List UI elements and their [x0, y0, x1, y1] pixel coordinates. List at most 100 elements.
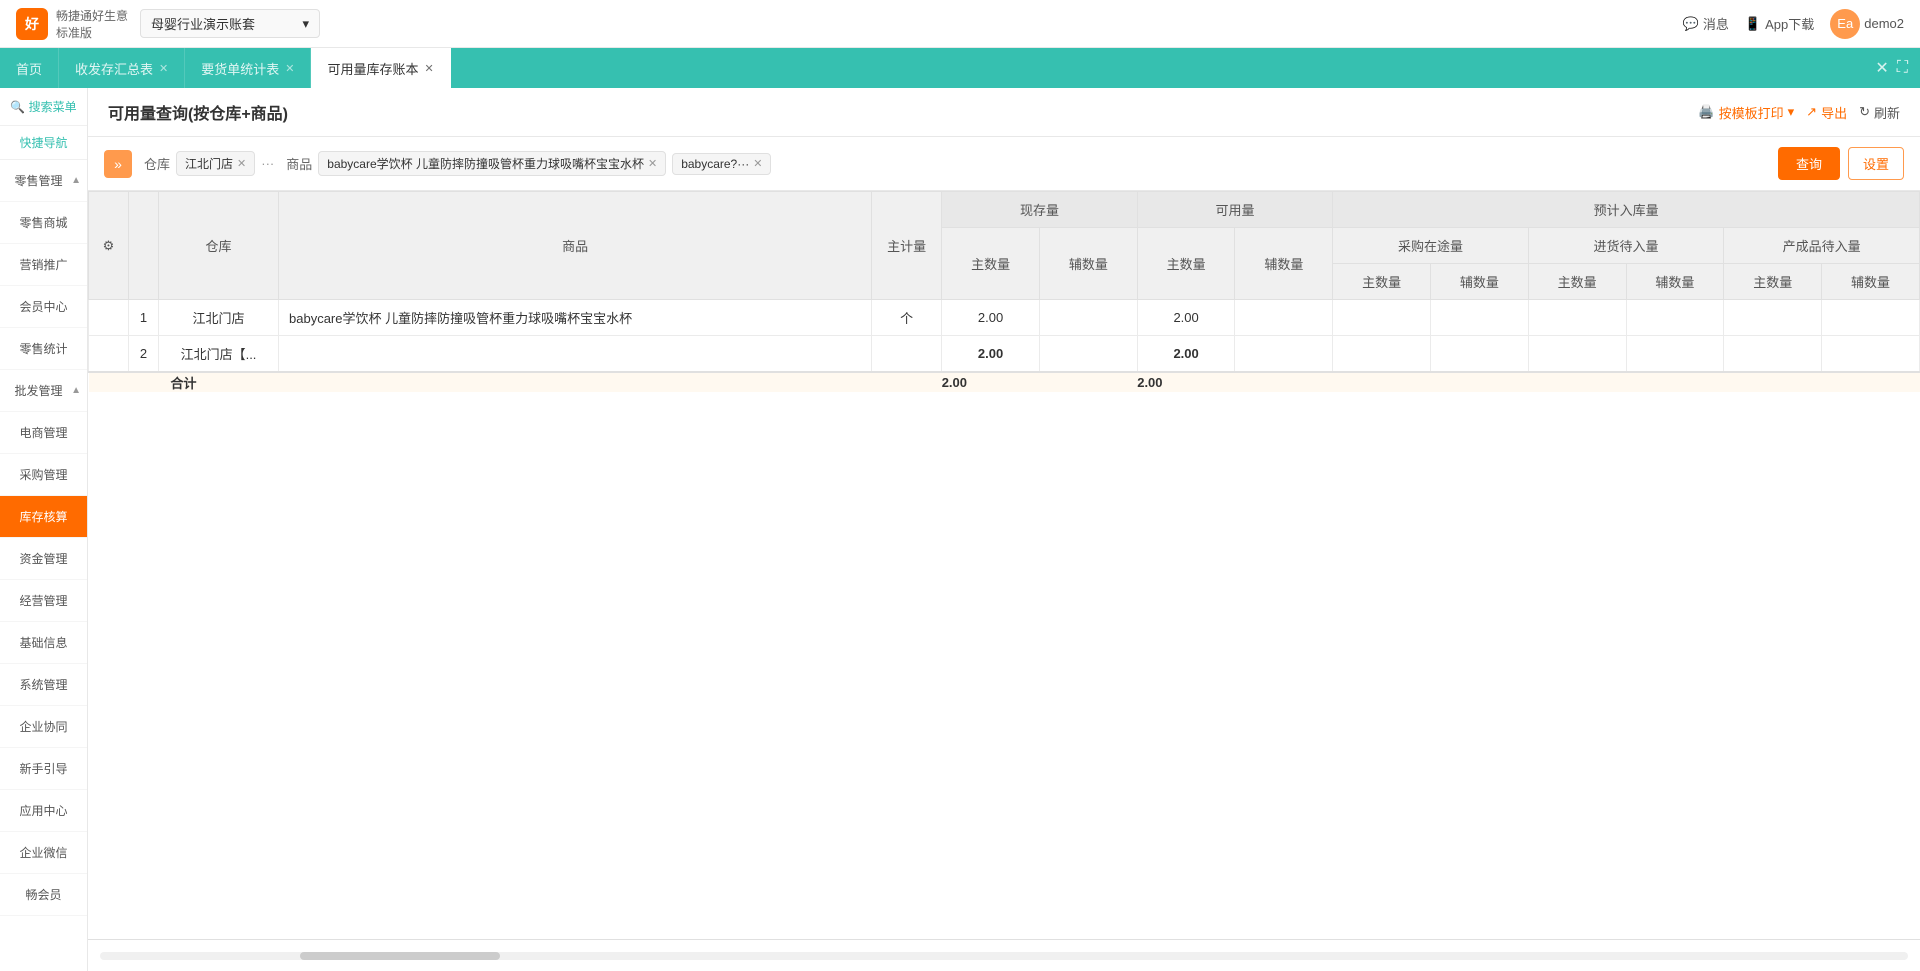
sidebar-item-enterprise-wechat[interactable]: 企业微信 — [0, 832, 87, 874]
chevron-icon-2: ▲ — [71, 385, 81, 396]
chevron-icon: ▲ — [71, 175, 81, 186]
sidebar-item-inventory[interactable]: 库存核算 — [0, 496, 87, 538]
total-current-aux — [1039, 372, 1137, 392]
th-avail-aux: 辅数量 — [1235, 228, 1333, 300]
th-product-pending: 产成品待入量 — [1724, 228, 1920, 264]
cell-warehouse-2: 江北门店【... — [159, 336, 279, 373]
logo-title: 畅捷通好生意 — [56, 7, 128, 24]
warehouse-tag-remove[interactable]: ✕ — [237, 157, 246, 170]
product-tag-1-text: babycare学饮杯 儿童防摔防撞吸管杯重力球吸嘴杯宝宝水杯 — [327, 155, 644, 172]
product-tag-1[interactable]: babycare学饮杯 儿童防摔防撞吸管杯重力球吸嘴杯宝宝水杯 ✕ — [318, 151, 666, 176]
sidebar-item-member[interactable]: 会员中心 — [0, 286, 87, 328]
sidebar-item-retail-mall[interactable]: 零售商城 — [0, 202, 87, 244]
export-btn[interactable]: ↗ 导出 — [1806, 103, 1847, 122]
sidebar-item-retail-mgmt-label: 零售管理 — [6, 172, 71, 189]
th-available: 可用量 — [1137, 192, 1333, 228]
sidebar-search-label: 搜索菜单 — [29, 100, 77, 114]
th-seq — [129, 192, 159, 300]
sidebar-item-operations-label: 经营管理 — [6, 592, 81, 609]
sidebar-item-operations[interactable]: 经营管理 — [0, 580, 87, 622]
cell-purchase-main-1 — [1333, 300, 1431, 336]
app-download-action[interactable]: 📱 App下载 — [1745, 14, 1814, 33]
filter-area: » 仓库 江北门店 ✕ ··· 商品 babycare学饮杯 儿童防摔防撞吸管杯… — [88, 137, 1920, 191]
tab-available-stock[interactable]: 可用量库存账本 ✕ — [311, 48, 450, 88]
logo-area: 好 畅捷通好生意 标准版 — [16, 7, 128, 41]
sidebar-item-new-guide[interactable]: 新手引导 — [0, 748, 87, 790]
sidebar-item-purchase-label: 采购管理 — [6, 466, 81, 483]
user-profile[interactable]: Ea demo2 — [1830, 9, 1904, 39]
cell-avail-aux-1 — [1235, 300, 1333, 336]
sidebar-item-retail-stats[interactable]: 零售统计 — [0, 328, 87, 370]
product-tag-2[interactable]: babycare?··· ✕ — [672, 153, 771, 175]
tab-home[interactable]: 首页 — [0, 48, 59, 88]
total-cell-seq — [129, 372, 159, 392]
top-header: 好 畅捷通好生意 标准版 母婴行业演示账套 ▾ 💬 消息 📱 App下载 Ea … — [0, 0, 1920, 48]
warehouse-tag[interactable]: 江北门店 ✕ — [176, 151, 255, 176]
close-window-icon[interactable]: ✕ — [1875, 58, 1888, 78]
sidebar-quicknav[interactable]: 快捷导航 — [0, 126, 87, 160]
sidebar-item-wholesale[interactable]: 批发管理 ▲ — [0, 370, 87, 412]
industry-selector[interactable]: 母婴行业演示账套 ▾ — [140, 9, 320, 38]
sidebar-search[interactable]: 🔍 搜索菜单 — [0, 88, 87, 126]
sidebar-item-marketing[interactable]: 营销推广 — [0, 244, 87, 286]
search-icon: 🔍 — [10, 100, 25, 114]
th-settings[interactable]: ⚙ — [89, 192, 129, 300]
table-row: 1 江北门店 babycare学饮杯 儿童防摔防撞吸管杯重力球吸嘴杯宝宝水杯 个… — [89, 300, 1920, 336]
header-left: 好 畅捷通好生意 标准版 母婴行业演示账套 ▾ — [16, 7, 320, 41]
page-title: 可用量查询(按仓库+商品) — [108, 100, 288, 124]
sidebar-item-app-center[interactable]: 应用中心 — [0, 790, 87, 832]
horizontal-scrollbar[interactable] — [100, 952, 1908, 960]
product-tag-1-remove[interactable]: ✕ — [648, 157, 657, 170]
th-avail-main: 主数量 — [1137, 228, 1235, 300]
warehouse-tag-text: 江北门店 — [185, 155, 233, 172]
nav-tabs: 首页 收发存汇总表 ✕ 要货单统计表 ✕ 可用量库存账本 ✕ ✕ ⛶ — [0, 48, 1920, 88]
tab-order-stats-close[interactable]: ✕ — [285, 62, 294, 75]
sidebar-item-basic-info[interactable]: 基础信息 — [0, 622, 87, 664]
chevron-print-icon: ▾ — [1788, 104, 1795, 120]
warehouse-more[interactable]: ··· — [261, 156, 274, 171]
app-download-icon: 📱 — [1745, 16, 1761, 32]
th-product: 商品 — [279, 192, 872, 300]
sidebar-item-inventory-label: 库存核算 — [6, 508, 81, 525]
tab-available-stock-close[interactable]: ✕ — [425, 62, 434, 75]
cell-seq-2: 2 — [129, 336, 159, 373]
sidebar-item-enterprise[interactable]: 企业协同 — [0, 706, 87, 748]
print-template-btn[interactable]: 🖨️ 按模板打印 ▾ — [1698, 103, 1794, 122]
sidebar-item-system[interactable]: 系统管理 — [0, 664, 87, 706]
header-right: 💬 消息 📱 App下载 Ea demo2 — [1683, 9, 1904, 39]
cell-current-aux-2 — [1039, 336, 1137, 373]
message-action[interactable]: 💬 消息 — [1683, 14, 1729, 33]
cell-current-main-2: 2.00 — [942, 336, 1040, 373]
settings-button[interactable]: 设置 — [1848, 147, 1904, 180]
tab-order-stats[interactable]: 要货单统计表 ✕ — [185, 48, 311, 88]
cell-pending-aux-2 — [1626, 336, 1724, 373]
sidebar-item-wholesale-label: 批发管理 — [6, 382, 71, 399]
sidebar-item-ecommerce[interactable]: 电商管理 — [0, 412, 87, 454]
cell-avail-main-1: 2.00 — [1137, 300, 1235, 336]
tab-receivable[interactable]: 收发存汇总表 ✕ — [59, 48, 185, 88]
query-button[interactable]: 查询 — [1778, 147, 1840, 180]
sidebar-item-purchase[interactable]: 采购管理 — [0, 454, 87, 496]
refresh-btn[interactable]: ↻ 刷新 — [1859, 103, 1900, 122]
sidebar-item-enterprise-label: 企业协同 — [6, 718, 81, 735]
maximize-icon[interactable]: ⛶ — [1897, 59, 1908, 77]
sidebar-item-vip[interactable]: 畅会员 — [0, 874, 87, 916]
tab-receivable-close[interactable]: ✕ — [159, 62, 168, 75]
product-tag-2-remove[interactable]: ✕ — [753, 157, 762, 170]
th-warehouse: 仓库 — [159, 192, 279, 300]
product-tag-2-text: babycare?··· — [681, 157, 749, 171]
table-row: 2 江北门店【... 2.00 2.00 — [89, 336, 1920, 373]
th-pending-aux: 辅数量 — [1626, 264, 1724, 300]
scrollbar-thumb[interactable] — [300, 952, 500, 960]
cell-settings-2 — [89, 336, 129, 373]
cell-current-aux-1 — [1039, 300, 1137, 336]
cell-product-1: babycare学饮杯 儿童防摔防撞吸管杯重力球吸嘴杯宝宝水杯 — [279, 300, 872, 336]
filter-toggle-btn[interactable]: » — [104, 150, 132, 178]
th-pending-main: 主数量 — [1528, 264, 1626, 300]
sidebar-item-retail-mgmt[interactable]: 零售管理 ▲ — [0, 160, 87, 202]
sidebar-item-app-center-label: 应用中心 — [6, 802, 81, 819]
cell-current-main-1: 2.00 — [942, 300, 1040, 336]
cell-pending-aux-1 — [1626, 300, 1724, 336]
sidebar-item-finance[interactable]: 资金管理 — [0, 538, 87, 580]
th-purchase-main: 主数量 — [1333, 264, 1431, 300]
